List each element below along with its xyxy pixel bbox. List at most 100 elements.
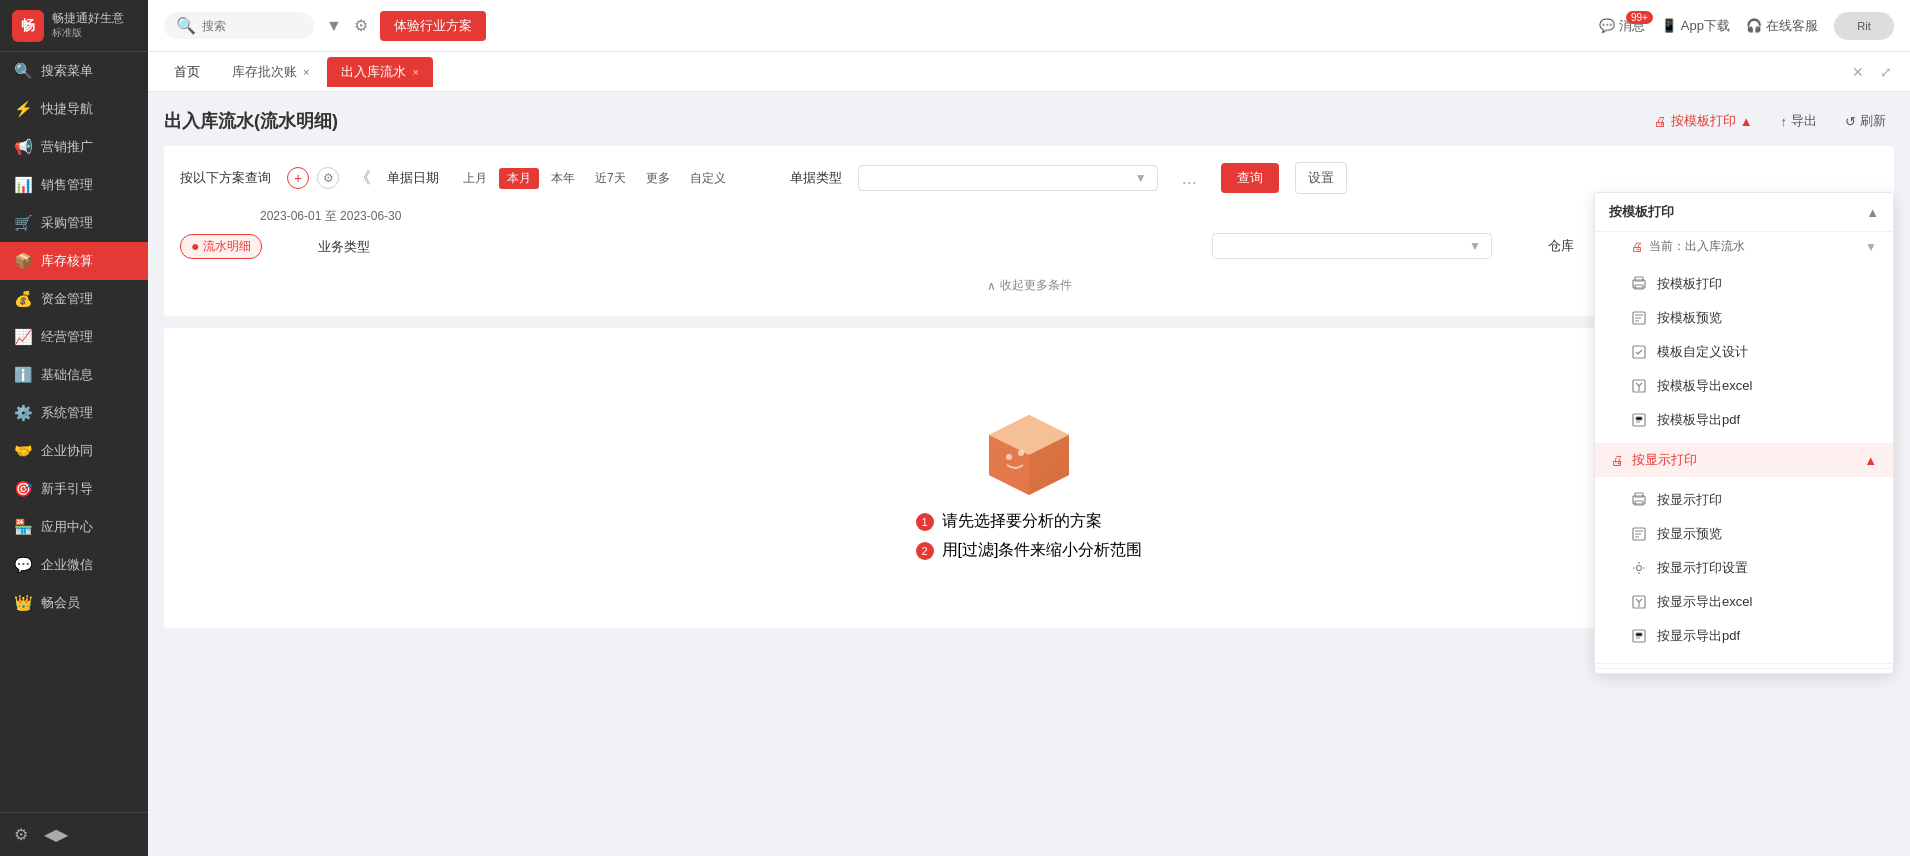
sidebar-item-inventory[interactable]: 📦 库存核算 [0, 242, 148, 280]
sidebar-item-system[interactable]: ⚙️ 系统管理 [0, 394, 148, 432]
user-avatar[interactable]: Rit [1834, 12, 1894, 40]
tab-expand-button[interactable]: ⤢ [1874, 62, 1898, 82]
step1-text: 请先选择要分析的方案 [942, 511, 1102, 532]
sidebar-item-search[interactable]: 🔍 搜索菜单 [0, 52, 148, 90]
date-7days-button[interactable]: 近7天 [587, 168, 634, 189]
settings-query-button[interactable]: 设置 [1295, 162, 1347, 194]
export-button[interactable]: ↑ 导出 [1773, 108, 1826, 134]
operations-icon: 📈 [14, 328, 33, 346]
dropdown-item-template-excel[interactable]: 按模板导出excel [1595, 369, 1893, 403]
empty-illustration [969, 395, 1089, 495]
tab-inout-close[interactable]: × [412, 66, 418, 78]
display-section-title: 按显示打印 [1632, 451, 1697, 469]
display-settings-icon [1631, 560, 1647, 576]
sidebar-item-appstore[interactable]: 🏪 应用中心 [0, 508, 148, 546]
sidebar-item-member[interactable]: 👑 畅会员 [0, 584, 148, 622]
dropdown-scroll-area: 按模板打印 ▲ 🖨 当前：出入库流水 ▼ [1595, 193, 1893, 673]
date-this-year-button[interactable]: 本年 [543, 168, 583, 189]
filter-row-1: 按以下方案查询 + ⚙ 《 单据日期 上月 本月 本年 近7天 更多 自定义 单 [180, 162, 1878, 194]
sidebar-item-enterprise[interactable]: 🤝 企业协同 [0, 432, 148, 470]
type-select[interactable]: ▼ [858, 165, 1158, 191]
message-button[interactable]: 💬 消息 99+ [1599, 17, 1645, 35]
refresh-label: 刷新 [1860, 112, 1886, 130]
print-template-label: 按模板打印 [1671, 112, 1736, 130]
chevron-down-icon[interactable]: ▼ [326, 17, 342, 35]
dropdown-title: 按模板打印 [1609, 203, 1674, 221]
sidebar-item-guide[interactable]: 🎯 新手引导 [0, 470, 148, 508]
sidebar-item-finance[interactable]: 💰 资金管理 [0, 280, 148, 318]
sidebar-item-quicknav[interactable]: ⚡ 快捷导航 [0, 90, 148, 128]
settings-bottom-icon[interactable]: ⚙ [14, 825, 28, 844]
purchase-icon: 🛒 [14, 214, 33, 232]
app-download-button[interactable]: 📱 App下载 [1661, 17, 1730, 35]
dropdown-chevron-up-icon[interactable]: ▲ [1866, 205, 1879, 220]
logo-badge: 标准版 [52, 26, 124, 40]
search-input[interactable] [202, 19, 302, 33]
current-label-text: 当前：出入库流水 [1649, 238, 1745, 255]
filter-add-button[interactable]: + [287, 167, 309, 189]
gear-icon[interactable]: ⚙ [354, 16, 368, 35]
topbar-search-box[interactable]: 🔍 [164, 12, 314, 39]
filter-collapse-arrow[interactable]: 《 [355, 168, 371, 189]
finance-icon: 💰 [14, 290, 33, 308]
dropdown-header-icons: ▲ [1866, 205, 1879, 220]
dropdown-item-display-pdf[interactable]: 按显示导出pdf [1595, 619, 1893, 653]
sidebar-item-wechat[interactable]: 💬 企业微信 [0, 546, 148, 584]
date-more-button[interactable]: 更多 [638, 168, 678, 189]
refresh-button[interactable]: ↺ 刷新 [1837, 108, 1894, 134]
date-last-month-button[interactable]: 上月 [455, 168, 495, 189]
search-query-button[interactable]: 查询 [1221, 163, 1279, 193]
dropdown-item-display-print[interactable]: 按显示打印 [1595, 483, 1893, 517]
sidebar: 畅 畅捷通好生意 标准版 🔍 搜索菜单 ⚡ 快捷导航 📢 营销推广 📊 销售管理… [0, 0, 148, 856]
sidebar-item-label: 销售管理 [41, 176, 93, 194]
print-dropdown-panel: 按模板打印 ▲ 🖨 当前：出入库流水 ▼ [1594, 192, 1894, 674]
user-name: Rit [1857, 20, 1870, 32]
enterprise-icon: 🤝 [14, 442, 33, 460]
dropdown-item-display-excel[interactable]: 按显示导出excel [1595, 585, 1893, 619]
page-content: 出入库流水(流水明细) 🖨 按模板打印 ▲ ↑ 导出 ↺ 刷新 [148, 92, 1910, 856]
dropdown-item-display-settings[interactable]: 按显示打印设置 [1595, 551, 1893, 585]
tab-batch[interactable]: 库存批次账 × [218, 57, 323, 87]
main-area: 🔍 ▼ ⚙ 体验行业方案 💬 消息 99+ 📱 App下载 🎧 在线客服 Rit [148, 0, 1910, 856]
filter-tag-item: ● 流水明细 [180, 234, 262, 259]
message-badge: 99+ [1626, 11, 1653, 24]
system-icon: ⚙️ [14, 404, 33, 422]
display-excel-icon [1631, 594, 1647, 610]
tab-home[interactable]: 首页 [160, 57, 214, 87]
business-type-select[interactable]: ▼ [1212, 233, 1492, 259]
dropdown-item-template-print[interactable]: 按模板打印 [1595, 267, 1893, 301]
svg-point-5 [1018, 450, 1024, 456]
tab-batch-close[interactable]: × [303, 66, 309, 78]
display-preview-icon [1631, 526, 1647, 542]
date-this-month-button[interactable]: 本月 [499, 168, 539, 189]
step2-num: 2 [916, 542, 934, 560]
dropdown-item-template-custom[interactable]: 模板自定义设计 [1595, 335, 1893, 369]
type-more-button[interactable]: ... [1174, 164, 1205, 193]
tab-close-all-button[interactable]: ✕ [1846, 62, 1870, 82]
tab-inout[interactable]: 出入库流水 × [327, 57, 432, 87]
sidebar-item-label: 畅会员 [41, 594, 80, 612]
date-custom-button[interactable]: 自定义 [682, 168, 734, 189]
sidebar-item-sales[interactable]: 📊 销售管理 [0, 166, 148, 204]
print-template-button[interactable]: 🖨 按模板打印 ▲ [1646, 108, 1761, 134]
sidebar-item-purchase[interactable]: 🛒 采购管理 [0, 204, 148, 242]
set-default-button[interactable]: 设置默认功能 ▼ [1595, 668, 1893, 673]
dropdown-item-template-pdf[interactable]: 按模板导出pdf [1595, 403, 1893, 437]
display-section-icon: 🖨 [1611, 453, 1624, 468]
inventory-icon: 📦 [14, 252, 33, 270]
dropdown-item-template-preview[interactable]: 按模板预览 [1595, 301, 1893, 335]
business-type-label: 业务类型 [318, 239, 370, 254]
filter-row-spacer: 业务类型 [318, 237, 1188, 256]
sidebar-item-operations[interactable]: 📈 经营管理 [0, 318, 148, 356]
template-custom-label: 模板自定义设计 [1657, 343, 1748, 361]
trial-button[interactable]: 体验行业方案 [380, 11, 486, 41]
app-label: App下载 [1681, 17, 1730, 35]
dropdown-item-display-preview[interactable]: 按显示预览 [1595, 517, 1893, 551]
sidebar-item-marketing[interactable]: 📢 营销推广 [0, 128, 148, 166]
display-section-header[interactable]: 🖨 按显示打印 ▲ [1595, 443, 1893, 477]
online-service-button[interactable]: 🎧 在线客服 [1746, 17, 1818, 35]
sidebar-item-label: 应用中心 [41, 518, 93, 536]
collapse-icon[interactable]: ◀▶ [44, 825, 68, 844]
filter-settings-button[interactable]: ⚙ [317, 167, 339, 189]
sidebar-item-basic[interactable]: ℹ️ 基础信息 [0, 356, 148, 394]
